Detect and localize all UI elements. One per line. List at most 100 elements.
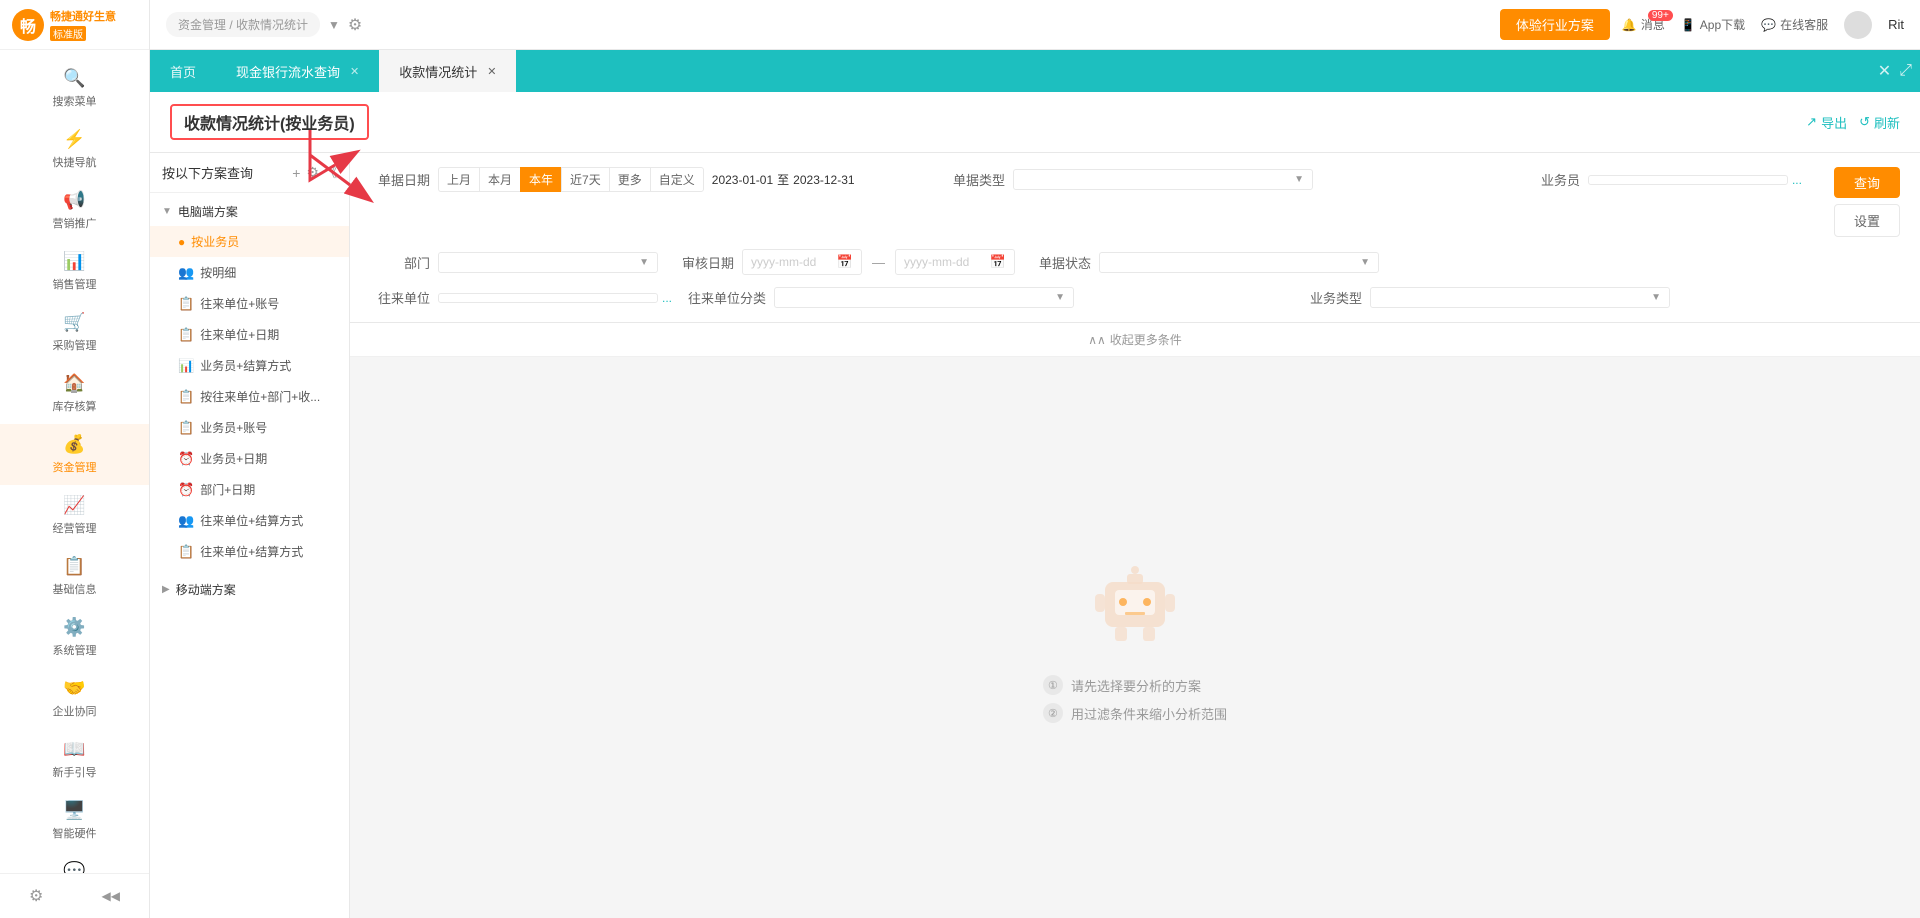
date-tab-custom[interactable]: 自定义 (650, 167, 704, 192)
empty-state: ① 请先选择要分析的方案 ② 用过滤条件来缩小分析范围 (350, 357, 1920, 918)
query-button[interactable]: 查询 (1834, 167, 1900, 198)
partner-label: 往来单位 (370, 288, 430, 307)
add-scheme-button[interactable]: + (292, 165, 300, 181)
sidebar-item-sales[interactable]: 📊 销售管理 (0, 241, 149, 302)
sidebar-item-operation[interactable]: 📈 经营管理 (0, 485, 149, 546)
partner-category-select[interactable]: ▼ (774, 287, 1074, 308)
scheme-settings-button[interactable]: ⚙ (306, 164, 319, 181)
page-title: 收款情况统计(按业务员) (184, 116, 355, 133)
calendar-start-icon: 📅 (837, 254, 853, 270)
date-tab-more[interactable]: 更多 (609, 167, 650, 192)
date-divider: — (872, 255, 885, 270)
scheme-item-by-detail[interactable]: 👥 按明细 (150, 257, 349, 288)
sidebar-item-marketing[interactable]: 📢 营销推广 (0, 180, 149, 241)
sidebar-item-shortcut[interactable]: ⚡ 快捷导航 (0, 119, 149, 180)
collapse-up-icon: ∧∧ (1088, 333, 1106, 347)
sidebar-collapse-btn[interactable]: ◀◀ (101, 889, 119, 903)
topbar-right: 🔔 消息 99+ 📱 App下载 💬 在线客服 Rit (1622, 11, 1904, 39)
date-tab-last-month[interactable]: 上月 (438, 167, 479, 192)
sidebar: 畅 畅捷通好生意 标准版 🔍 搜索菜单 ⚡ 快捷导航 📢 营销推广 📊 (0, 0, 150, 918)
sidebar-item-enterprise[interactable]: 🤝 企业协同 (0, 668, 149, 729)
by-salesperson-account-icon: 📋 (178, 420, 194, 436)
wechat-icon: 💬 (63, 861, 85, 873)
refresh-button[interactable]: ↺ 刷新 (1859, 113, 1900, 132)
notification-icon: 🔔 (1622, 18, 1637, 32)
doc-status-select[interactable]: ▼ (1099, 252, 1379, 273)
doc-status-filter-group: 单据状态 ▼ (1031, 252, 1900, 273)
tab-close-bank[interactable]: ✕ (350, 65, 359, 78)
breadcrumb: 资金管理 / 收款情况统计 (166, 12, 320, 37)
scheme-item-by-unit-settlement2[interactable]: 📋 往来单位+结算方式 (150, 536, 349, 567)
salesperson-label: 业务员 (1520, 170, 1580, 189)
scheme-item-by-salesperson-account[interactable]: 📋 业务员+账号 (150, 412, 349, 443)
partner-more-btn[interactable]: ... (662, 291, 672, 305)
newbie-icon: 📖 (63, 739, 85, 760)
date-tab-this-year[interactable]: 本年 (520, 167, 561, 192)
panel-collapse-button[interactable]: 《 (325, 164, 337, 181)
settings-button[interactable]: 设置 (1834, 204, 1900, 237)
tab-receipt[interactable]: 收款情况统计 ✕ (379, 50, 516, 92)
partner-input-group: ... (438, 291, 672, 305)
sidebar-item-wechat[interactable]: 💬 企业微信 (0, 851, 149, 873)
scheme-item-by-unit-dept[interactable]: 📋 按往来单位+部门+收... (150, 381, 349, 412)
doc-type-select[interactable]: ▼ (1013, 169, 1313, 190)
page-actions: ↗ 导出 ↺ 刷新 (1806, 113, 1900, 132)
salesperson-more-btn[interactable]: ... (1792, 173, 1802, 187)
hardware-icon: 🖥️ (63, 800, 85, 821)
topbar-dropdown-arrow[interactable]: ▼ (328, 18, 340, 32)
biz-type-select[interactable]: ▼ (1370, 287, 1670, 308)
date-range: 2023-01-01 至 2023-12-31 (712, 171, 855, 188)
user-name: Rit (1888, 17, 1904, 32)
dept-filter-group: 部门 ▼ (370, 252, 658, 273)
content-area: 按以下方案查询 + ⚙ 《 ▼ 电脑端方案 (150, 153, 1920, 918)
sidebar-item-inventory[interactable]: 🏠 库存核算 (0, 363, 149, 424)
sidebar-item-basic[interactable]: 📋 基础信息 (0, 546, 149, 607)
sidebar-item-search[interactable]: 🔍 搜索菜单 (0, 58, 149, 119)
tabbar-right: ✕ ⤢ (1878, 50, 1920, 92)
collapse-button[interactable]: ∧∧ 收起更多条件 (1088, 331, 1182, 348)
basic-icon: 📋 (63, 556, 85, 577)
tab-close-all-icon[interactable]: ✕ (1878, 61, 1891, 81)
user-avatar[interactable] (1844, 11, 1872, 39)
review-date-start-input[interactable]: yyyy-mm-dd 📅 (742, 249, 862, 275)
online-service-button[interactable]: 💬 在线客服 (1761, 16, 1828, 33)
logo-text: 畅捷通好生意 标准版 (50, 8, 116, 41)
scheme-item-by-unit-date[interactable]: 📋 往来单位+日期 (150, 319, 349, 350)
sidebar-item-newbie[interactable]: 📖 新手引导 (0, 729, 149, 790)
tab-bank[interactable]: 现金银行流水查询 ✕ (216, 50, 379, 92)
inventory-icon: 🏠 (63, 373, 85, 394)
sidebar-item-finance[interactable]: 💰 资金管理 (0, 424, 149, 485)
scheme-item-by-unit-settlement1[interactable]: 👥 往来单位+结算方式 (150, 505, 349, 536)
partner-input[interactable] (438, 293, 658, 303)
sidebar-item-purchase[interactable]: 🛒 采购管理 (0, 302, 149, 363)
review-date-filter-group: 审核日期 yyyy-mm-dd 📅 — yyyy-mm-dd 📅 (674, 249, 1015, 275)
export-button[interactable]: ↗ 导出 (1806, 113, 1847, 132)
tabbar: 首页 现金银行流水查询 ✕ 收款情况统计 ✕ ✕ ⤢ (150, 50, 1920, 92)
scheme-item-by-salesperson-date[interactable]: ⏰ 业务员+日期 (150, 443, 349, 474)
app-download-button[interactable]: 📱 App下载 (1681, 16, 1745, 33)
tab-close-receipt[interactable]: ✕ (487, 65, 496, 78)
scheme-item-by-salesperson[interactable]: ● 按业务员 (150, 226, 349, 257)
scheme-item-by-salesperson-settlement[interactable]: 📊 业务员+结算方式 (150, 350, 349, 381)
empty-tip-2: ② 用过滤条件来缩小分析范围 (1043, 703, 1227, 723)
notification-button[interactable]: 🔔 消息 99+ (1622, 16, 1665, 33)
dept-select[interactable]: ▼ (438, 252, 658, 273)
date-tab-this-month[interactable]: 本月 (479, 167, 520, 192)
scheme-item-by-dept-date[interactable]: ⏰ 部门+日期 (150, 474, 349, 505)
scheme-item-by-unit-account[interactable]: 📋 往来单位+账号 (150, 288, 349, 319)
tab-home[interactable]: 首页 (150, 50, 216, 92)
tab-expand-icon[interactable]: ⤢ (1899, 62, 1912, 80)
refresh-icon: ↺ (1859, 114, 1870, 130)
date-tab-last-7days[interactable]: 近7天 (561, 167, 609, 192)
sidebar-item-hardware[interactable]: 🖥️ 智能硬件 (0, 790, 149, 851)
topbar-gear-icon[interactable]: ⚙ (348, 15, 362, 35)
trial-button[interactable]: 体验行业方案 (1500, 9, 1610, 40)
by-salesperson-settlement-icon: 📊 (178, 358, 194, 374)
salesperson-input[interactable] (1588, 175, 1788, 185)
sidebar-item-system[interactable]: ⚙️ 系统管理 (0, 607, 149, 668)
sidebar-settings-btn[interactable]: ⚙ (29, 886, 43, 906)
scheme-group-desktop-header[interactable]: ▼ 电脑端方案 (150, 197, 349, 226)
review-date-end-input[interactable]: yyyy-mm-dd 📅 (895, 249, 1015, 275)
scheme-group-mobile-header[interactable]: ▶ 移动端方案 (150, 575, 349, 604)
enterprise-icon: 🤝 (63, 678, 85, 699)
